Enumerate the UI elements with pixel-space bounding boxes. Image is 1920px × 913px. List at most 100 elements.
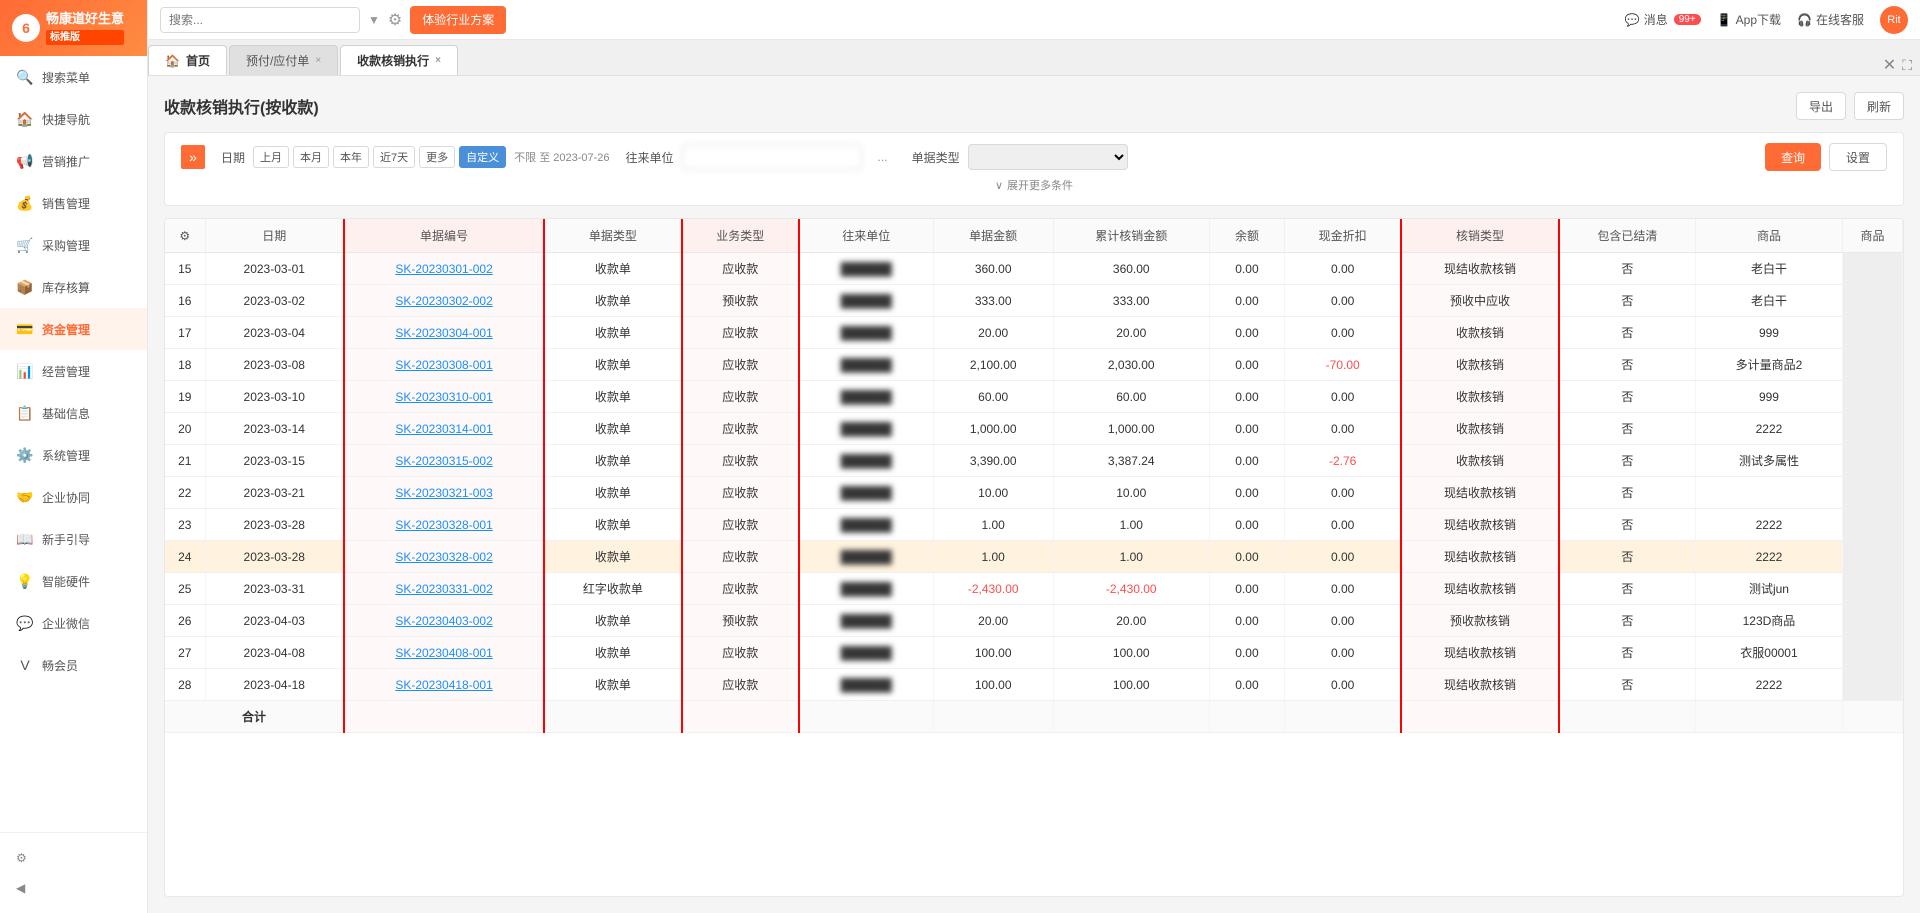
cell-bill-no[interactable]: SK-20230315-002 [344, 445, 544, 477]
cell-bill-no[interactable]: SK-20230314-001 [344, 413, 544, 445]
cell-amount: 100.00 [933, 637, 1053, 669]
cell-bill-no[interactable]: SK-20230301-002 [344, 253, 544, 285]
cell-cash-discount: 0.00 [1285, 477, 1402, 509]
query-btn[interactable]: 查询 [1765, 143, 1821, 171]
cell-date: 2023-04-08 [205, 637, 344, 669]
cell-amount: 3,390.00 [933, 445, 1053, 477]
sidebar-item-marketing[interactable]: 📢营销推广 [0, 140, 147, 182]
sidebar-item-hardware[interactable]: 💡智能硬件 [0, 560, 147, 602]
logo-icon: 6 [12, 14, 40, 42]
sidebar-collapse[interactable]: ◀ [0, 873, 147, 903]
cell-product2 [1843, 317, 1903, 349]
tab-prepay-close[interactable]: × [315, 55, 321, 66]
logo-sub: 标推版 [46, 30, 124, 45]
cell-bill-no[interactable]: SK-20230403-002 [344, 605, 544, 637]
cell-date: 2023-03-28 [205, 541, 344, 573]
table-row: 16 2023-03-02 SK-20230302-002 收款单 预收款 ██… [165, 285, 1903, 317]
settings-filter-btn[interactable]: 设置 [1829, 143, 1887, 171]
topbar-settings-icon[interactable]: ⚙ [388, 10, 402, 30]
cell-bill-no[interactable]: SK-20230310-001 [344, 381, 544, 413]
sidebar-item-basic[interactable]: 📋基础信息 [0, 392, 147, 434]
topbar-dropdown-icon[interactable]: ▼ [368, 13, 380, 27]
sidebar-item-shortcut[interactable]: 🏠快捷导航 [0, 98, 147, 140]
expand-more-btn[interactable]: ∨ 展开更多条件 [995, 177, 1073, 193]
cell-date: 2023-03-02 [205, 285, 344, 317]
cell-date: 2023-03-01 [205, 253, 344, 285]
sidebar-item-purchase[interactable]: 🛒采购管理 [0, 224, 147, 266]
member-icon: V [16, 656, 34, 674]
tab-collection[interactable]: 收款核销执行 × [340, 45, 458, 75]
date-btn-7days[interactable]: 近7天 [373, 146, 415, 168]
cell-cum-amount: -2,430.00 [1053, 573, 1209, 605]
date-btn-this-year[interactable]: 本年 [333, 146, 369, 168]
export-btn[interactable]: 导出 [1796, 92, 1846, 120]
cell-product2 [1843, 381, 1903, 413]
cell-amount: 1,000.00 [933, 413, 1053, 445]
collapse-icon: ◀ [16, 881, 25, 895]
col-settings[interactable]: ⚙ [165, 219, 205, 253]
cell-incl-settled: 否 [1559, 637, 1696, 669]
sidebar-item-collab[interactable]: 🤝企业协同 [0, 476, 147, 518]
cell-product: 999 [1695, 317, 1842, 349]
app-download-item[interactable]: 📱 App下载 [1717, 11, 1781, 28]
bill-type-label: 单据类型 [912, 149, 960, 166]
cell-partner: ██████ [799, 413, 933, 445]
date-btn-this-month[interactable]: 本月 [293, 146, 329, 168]
cell-bill-no[interactable]: SK-20230308-001 [344, 349, 544, 381]
cell-balance: 0.00 [1209, 573, 1284, 605]
bill-type-select[interactable] [968, 144, 1128, 170]
page-content: 收款核销执行(按收款) 导出 刷新 » 日期 上月 本月 本年 近7天 更多 [148, 76, 1920, 913]
cell-bill-no[interactable]: SK-20230328-001 [344, 509, 544, 541]
sidebar-item-operation[interactable]: 📊经营管理 [0, 350, 147, 392]
cell-bill-type: 收款单 [544, 413, 681, 445]
sidebar-item-search[interactable]: 🔍搜索菜单 [0, 56, 147, 98]
filter-expand-btn[interactable]: » [181, 145, 205, 169]
sidebar-item-wechat[interactable]: 💬企业微信 [0, 602, 147, 644]
date-buttons: 上月 本月 本年 近7天 更多 自定义 [253, 146, 506, 168]
tab-close-icon[interactable]: ✕ [1883, 55, 1896, 75]
cell-verify-type: 预收中应收 [1401, 285, 1559, 317]
sidebar-settings[interactable]: ⚙ [0, 843, 147, 873]
sidebar-item-sales[interactable]: 💰销售管理 [0, 182, 147, 224]
sidebar-label-shortcut: 快捷导航 [42, 111, 90, 128]
cell-product2 [1843, 573, 1903, 605]
sidebar-item-guide[interactable]: 📖新手引导 [0, 518, 147, 560]
cell-cash-discount: 0.00 [1285, 413, 1402, 445]
table-container: ⚙ 日期 单据编号 单据类型 业务类型 往来单位 单据金额 累计核销金额 余额 … [164, 218, 1904, 897]
sidebar-label-inventory: 库存核算 [42, 279, 90, 296]
cell-product: 测试多属性 [1695, 445, 1842, 477]
date-btn-custom[interactable]: 自定义 [459, 146, 506, 168]
refresh-btn[interactable]: 刷新 [1854, 92, 1904, 120]
cell-bill-no[interactable]: SK-20230408-001 [344, 637, 544, 669]
topbar-search-input[interactable] [160, 7, 360, 33]
cell-bill-no[interactable]: SK-20230331-002 [344, 573, 544, 605]
filter-dots: ... [878, 150, 888, 164]
logo-title: 畅康道好生意 [46, 11, 124, 28]
cell-bill-no[interactable]: SK-20230304-001 [344, 317, 544, 349]
industry-btn[interactable]: 体验行业方案 [410, 6, 506, 34]
cell-cum-amount: 20.00 [1053, 317, 1209, 349]
online-service-item[interactable]: 🎧 在线客服 [1797, 11, 1864, 28]
message-item[interactable]: 💬 消息 99+ [1625, 11, 1701, 28]
sidebar-item-member[interactable]: V畅会员 [0, 644, 147, 686]
cell-bill-no[interactable]: SK-20230321-003 [344, 477, 544, 509]
cell-bill-no[interactable]: SK-20230418-001 [344, 669, 544, 701]
date-btn-last-month[interactable]: 上月 [253, 146, 289, 168]
tab-controls: ✕ ⛶ [1875, 55, 1920, 75]
tab-home[interactable]: 🏠 首页 [148, 45, 227, 75]
cell-bill-no[interactable]: SK-20230302-002 [344, 285, 544, 317]
tab-collection-close[interactable]: × [435, 55, 441, 66]
cell-date: 2023-03-04 [205, 317, 344, 349]
summary-partner [799, 701, 933, 733]
cell-bill-no[interactable]: SK-20230328-002 [344, 541, 544, 573]
sidebar-item-finance[interactable]: 💳资金管理 [0, 308, 147, 350]
tab-prepay[interactable]: 预付/应付单 × [229, 45, 338, 75]
sidebar-item-inventory[interactable]: 📦库存核算 [0, 266, 147, 308]
tab-expand-icon[interactable]: ⛶ [1902, 57, 1912, 74]
date-btn-more[interactable]: 更多 [419, 146, 455, 168]
finance-icon: 💳 [16, 320, 34, 338]
partner-input[interactable] [682, 144, 862, 170]
user-avatar[interactable]: Rit [1880, 6, 1908, 34]
sidebar-item-system[interactable]: ⚙️系统管理 [0, 434, 147, 476]
cell-product: 999 [1695, 381, 1842, 413]
